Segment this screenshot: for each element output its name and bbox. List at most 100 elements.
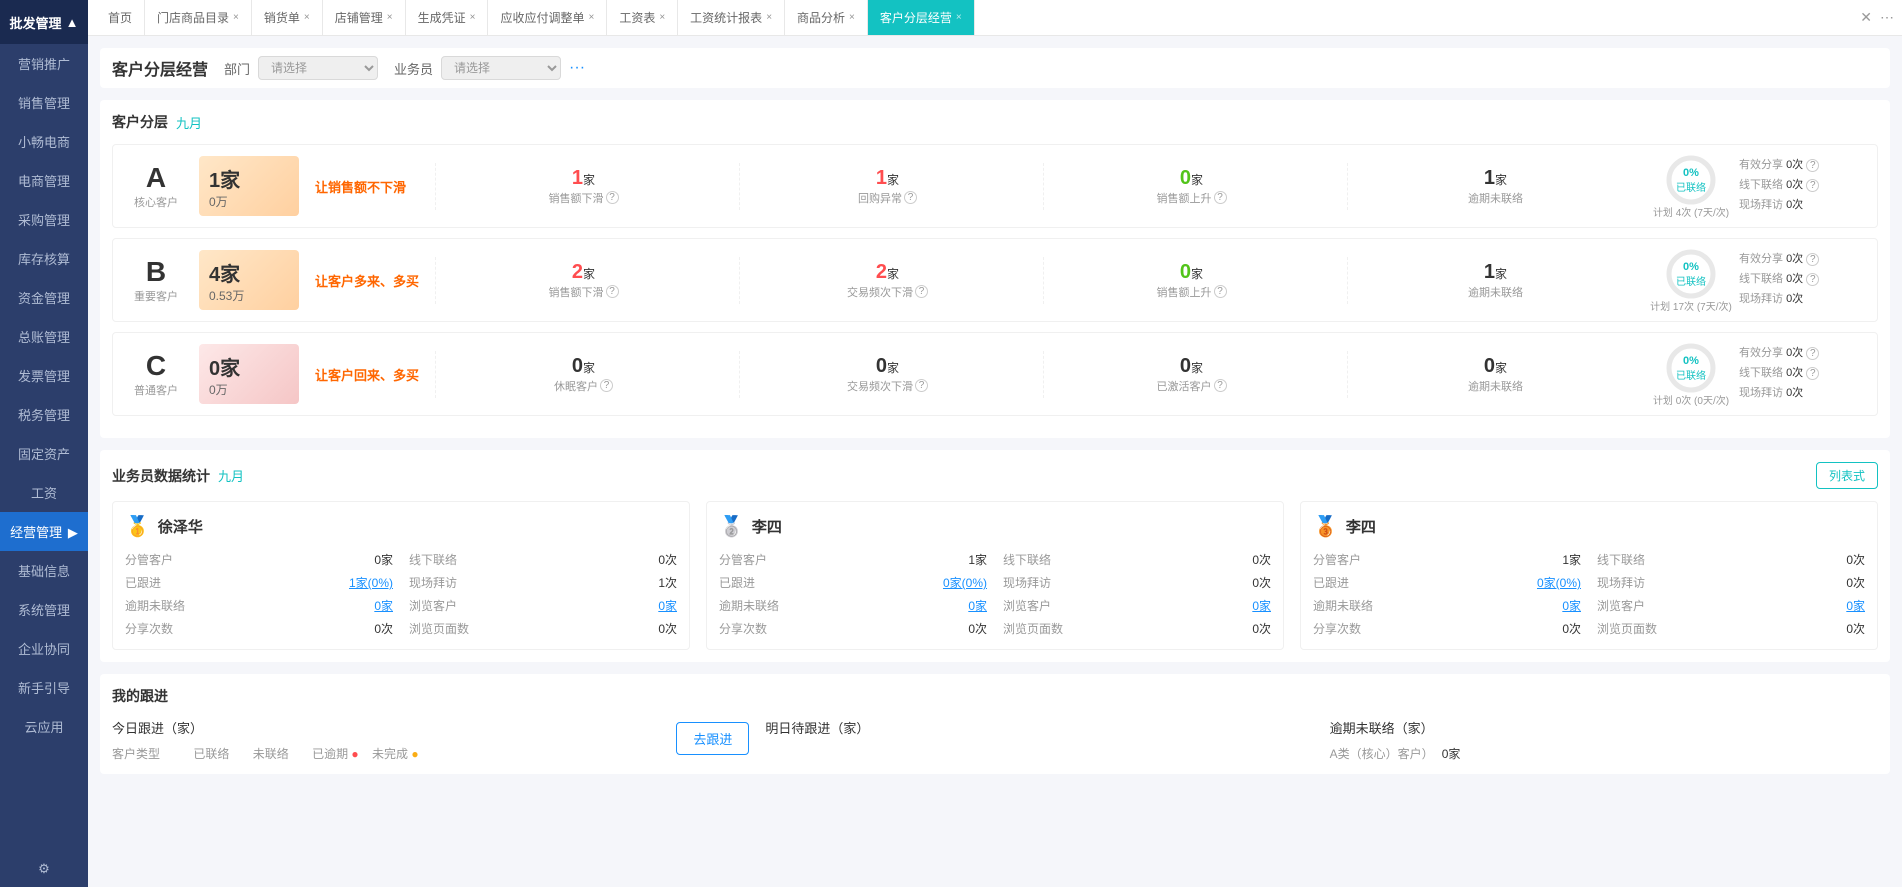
tab-product-analysis[interactable]: 商品分析 × [785,0,868,36]
page-content: 客户分层经营 部门 请选择 业务员 请选择 ··· 客户分层 九月 [88,36,1902,887]
tab-close-icon[interactable]: × [588,12,594,23]
sidebar-item-system[interactable]: 系统管理 [0,590,88,629]
today-followup-title: 今日跟进（家） [112,718,660,737]
sidebar-expand-icon: ▲ [66,15,79,30]
sidebar-item-sales[interactable]: 销售管理 [0,83,88,122]
sidebar-item-invoice[interactable]: 发票管理 [0,356,88,395]
sidebar-item-marketing[interactable]: 营销推广 [0,44,88,83]
staff-stat-row: 浏览客户 0家 [1003,597,1271,614]
sidebar-item-ecommerce-small[interactable]: 小畅电商 [0,122,88,161]
tab-action-close[interactable]: ✕ [1860,9,1872,26]
sidebar-settings[interactable]: ⚙ [0,851,88,887]
circle-chart-c [1664,341,1718,395]
tier-stat-b-1[interactable]: 2家 交易频次下滑? [739,257,1035,304]
tier-stat-c-3[interactable]: 0家 逾期未联络 [1347,351,1643,398]
staff-stat-row: 现场拜访 0次 [1003,574,1271,591]
tier-slogan-b: 让客户多来、多买 [307,271,427,290]
staff-section: 业务员数据统计 九月 列表式 🥇 徐泽华 分管客户 [100,450,1890,662]
list-view-button[interactable]: 列表式 [1816,462,1878,489]
tier-stats-c: 0家 休眠客户? 0家 交易频次下滑? 0家 已激活客户? 0家 逾期未联络 [435,351,1643,398]
sidebar-header[interactable]: 批发管理 ▲ [0,0,88,44]
tier-stat-c-0[interactable]: 0家 休眠客户? [435,351,731,398]
tier-label-c: C 普通客户 [121,350,191,398]
tier-right-c: 有效分享 0次 ? 线下联络 0次 ? 现场拜访 0次 [1739,344,1869,403]
tab-store-products[interactable]: 门店商品目录 × [145,0,252,36]
tier-count-b: 4家 0.53万 [199,250,299,310]
sidebar-item-purchase[interactable]: 采购管理 [0,200,88,239]
customer-tier-month: 九月 [176,113,202,132]
filter-more-icon[interactable]: ··· [569,59,585,77]
customer-type-label: 客户类型 [112,747,160,761]
info-icon[interactable]: ? [606,285,619,298]
tab-payroll-report[interactable]: 工资统计报表 × [678,0,785,36]
tab-close-active-icon[interactable]: × [956,12,962,23]
tab-close-icon[interactable]: × [387,12,393,23]
staff-name-1: 李四 [752,516,782,537]
tab-sales-order[interactable]: 销货单 × [252,0,323,36]
overdue-label-inner: 已逾期 ● [312,747,359,761]
sidebar-item-assets[interactable]: 固定资产 [0,434,88,473]
sidebar-item-operations[interactable]: 经营管理 ▶ [0,512,88,551]
tab-close-icon[interactable]: × [766,12,772,23]
info-icon[interactable]: ? [1214,379,1227,392]
tier-slogan-a: 让销售额不下滑 [307,177,427,196]
info-icon[interactable]: ? [915,379,928,392]
info-icon[interactable]: ? [600,379,613,392]
tab-payroll[interactable]: 工资表 × [607,0,678,36]
tab-store-mgmt[interactable]: 店铺管理 × [323,0,406,36]
staff-stat-row: 分管客户 1家 [1313,551,1581,568]
tier-count-c: 0家 0万 [199,344,299,404]
staff-name-2: 李四 [1346,516,1376,537]
tier-stat-a-0[interactable]: 1家 销售额下滑? [435,163,731,210]
sidebar-item-payroll[interactable]: 工资 [0,473,88,512]
tier-stat-c-1[interactable]: 0家 交易频次下滑? [739,351,1035,398]
customer-tier-title: 客户分层 [112,112,168,132]
sidebar-item-ecommerce[interactable]: 电商管理 [0,161,88,200]
tab-close-icon[interactable]: × [233,12,239,23]
followup-title: 我的跟进 [112,686,1878,706]
tier-label-b: B 重要客户 [121,256,191,304]
sidebar-item-cloud[interactable]: 云应用 [0,707,88,746]
staff-select[interactable]: 请选择 [441,56,561,80]
sidebar-item-inventory[interactable]: 库存核算 [0,239,88,278]
followup-section: 我的跟进 今日跟进（家） 客户类型 已联络 未联络 已逾期 ● 未完成 ● 去跟… [100,674,1890,774]
sidebar-item-finance[interactable]: 资金管理 [0,278,88,317]
tab-home[interactable]: 首页 [96,0,145,36]
not-contacted-label: 未联络 [253,747,289,761]
tab-close-icon[interactable]: × [470,12,476,23]
sidebar-item-guide[interactable]: 新手引导 [0,668,88,707]
tier-stat-b-0[interactable]: 2家 销售额下滑? [435,257,731,304]
tab-close-icon[interactable]: × [849,12,855,23]
info-icon[interactable]: ? [606,191,619,204]
tier-stat-c-2[interactable]: 0家 已激活客户? [1043,351,1339,398]
info-icon[interactable]: ? [915,285,928,298]
sidebar-item-collaboration[interactable]: 企业协同 [0,629,88,668]
info-icon[interactable]: ? [904,191,917,204]
tier-stat-a-1[interactable]: 1家 回购异常? [739,163,1035,210]
tier-stat-b-3[interactable]: 1家 逾期未联络 [1347,257,1643,304]
tab-close-icon[interactable]: × [304,12,310,23]
tab-voucher[interactable]: 生成凭证 × [406,0,489,36]
goto-followup-button[interactable]: 去跟进 [676,722,749,755]
info-icon[interactable]: ? [1214,285,1227,298]
tab-customer-tier[interactable]: 客户分层经营 × [868,0,975,36]
tab-action-more[interactable]: ⋯ [1880,9,1894,26]
staff-medal-1: 🥈 [719,514,744,539]
staff-stat-row: 浏览页面数 0次 [1597,620,1865,637]
tier-stat-a-2[interactable]: 0家 销售额上升? [1043,163,1339,210]
staff-stat-row: 现场拜访 0次 [1597,574,1865,591]
tier-right-a: 有效分享 0次 ? 线下联络 0次 ? 现场拜访 0次 [1739,156,1869,215]
info-icon[interactable]: ? [1214,191,1227,204]
sidebar-item-tax[interactable]: 税务管理 [0,395,88,434]
tier-right-b: 有效分享 0次 ? 线下联络 0次 ? 现场拜访 0次 [1739,250,1869,309]
tier-stat-b-2[interactable]: 0家 销售额上升? [1043,257,1339,304]
sidebar-item-ledger[interactable]: 总账管理 [0,317,88,356]
staff-stat-row: 分管客户 1家 [719,551,987,568]
staff-header-1: 🥈 李四 [719,514,1271,539]
tier-stat-a-3[interactable]: 1家 逾期未联络 [1347,163,1643,210]
staff-stats-grid-2: 分管客户 1家 线下联络 0次 已跟进 0家(0%) [1313,551,1865,637]
dept-select[interactable]: 请选择 [258,56,378,80]
tab-receivable[interactable]: 应收应付调整单 × [488,0,607,36]
sidebar-item-basics[interactable]: 基础信息 [0,551,88,590]
tab-close-icon[interactable]: × [659,12,665,23]
